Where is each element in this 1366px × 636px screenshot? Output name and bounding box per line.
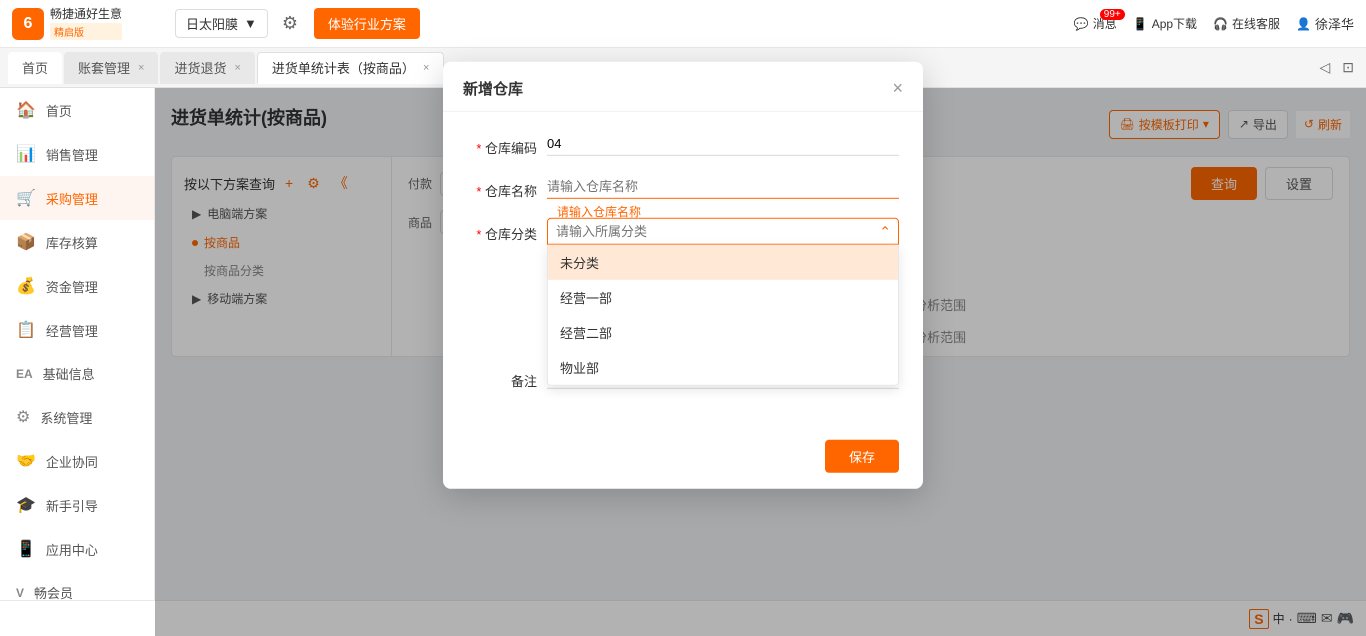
dialog-footer: 保存 [443,428,923,489]
user-name: 徐泽华 [1315,14,1354,33]
purchase-stats-tab-label: 进货单统计表（按商品） [272,58,415,77]
sidebar-item-enterprise[interactable]: 🤝 企业协同 [0,439,154,483]
message-item[interactable]: 💬 消息 99+ [1074,15,1117,32]
sidebar-system-label: 系统管理 [40,408,92,427]
sidebar-guide-label: 新手引导 [46,496,98,515]
sidebar-item-system[interactable]: ⚙ 系统管理 [0,395,154,439]
sidebar-finance-label: 资金管理 [46,277,98,296]
code-input[interactable] [547,132,899,156]
sidebar: 🏠 首页 📊 销售管理 🛒 采购管理 📦 库存核算 💰 资金管理 📋 经营管理 … [0,88,155,636]
dropdown-item-dept2[interactable]: 经营二部 [548,315,898,350]
mobile-icon: 📱 [1133,17,1148,31]
sidebar-operations-label: 经营管理 [46,321,98,340]
name-input[interactable] [547,175,899,199]
trial-button[interactable]: 体验行业方案 [314,8,420,39]
chevron-down-icon: ▼ [244,16,257,31]
new-warehouse-dialog: 新增仓库 × 仓库编码 仓库名称 请输入仓库名称 仓库分类 ⌃ 未分类 [443,62,923,489]
sidebar-item-finance[interactable]: 💰 资金管理 [0,264,154,308]
accounts-tab-label: 账套管理 [78,58,130,77]
system-icon: ⚙ [16,407,30,427]
code-row: 仓库编码 [467,132,899,157]
tab-prev-button[interactable]: ◁ [1315,55,1334,80]
inventory-icon: 📦 [16,232,36,252]
sidebar-item-purchase[interactable]: 🛒 采购管理 [0,176,154,220]
message-icon: 💬 [1074,17,1089,31]
sidebar-home-label: 首页 [46,101,72,120]
dropdown-item-dept3[interactable]: 物业部 [548,350,898,385]
code-label: 仓库编码 [467,132,547,157]
category-select-wrapper: ⌃ 未分类 经营一部 经营二部 物业部 [547,218,899,245]
home-tab-label: 首页 [22,58,48,77]
logo-area: 6 畅捷通好生意 精启版 [12,7,167,40]
purchase-icon: 🛒 [16,188,36,208]
sidebar-item-home[interactable]: 🏠 首页 [0,88,154,132]
tab-accounts[interactable]: 账套管理 × [64,52,158,84]
purchase-return-tab-label: 进货退货 [174,58,226,77]
category-label: 仓库分类 [467,218,547,243]
tab-purchase-return[interactable]: 进货退货 × [160,52,254,84]
top-header: 6 畅捷通好生意 精启版 日太阳膜 ▼ ⚙ 体验行业方案 💬 消息 99+ 📱 … [0,0,1366,48]
tab-home[interactable]: 首页 [8,52,62,84]
accounts-tab-close[interactable]: × [138,62,144,74]
store-selector[interactable]: 日太阳膜 ▼ [175,9,268,38]
sidebar-basic-info-label: 基础信息 [43,364,95,383]
sidebar-appstore-label: 应用中心 [46,540,98,559]
tab-purchase-stats[interactable]: 进货单统计表（按商品） × [257,52,444,84]
name-row: 仓库名称 请输入仓库名称 [467,175,899,200]
headset-icon: 🎧 [1213,17,1228,31]
guide-icon: 🎓 [16,495,36,515]
vip-icon: V [16,586,24,600]
user-item[interactable]: 👤 徐泽华 [1296,14,1354,33]
sidebar-item-inventory[interactable]: 📦 库存核算 [0,220,154,264]
purchase-return-tab-close[interactable]: × [234,62,240,74]
user-icon: 👤 [1296,17,1311,31]
dialog-title: 新增仓库 [463,78,523,99]
message-badge: 99+ [1100,9,1125,20]
sidebar-item-sales[interactable]: 📊 销售管理 [0,132,154,176]
enterprise-icon: 🤝 [16,451,36,471]
logo-name: 畅捷通好生意 [50,7,122,23]
service-label: 在线客服 [1232,15,1280,32]
tab-controls: ◁ ⊡ [1315,55,1358,80]
category-dropdown: 未分类 经营一部 经营二部 物业部 [547,245,899,386]
customer-service-item[interactable]: 🎧 在线客服 [1213,15,1280,32]
sidebar-sales-label: 销售管理 [46,145,98,164]
sidebar-item-basic-info[interactable]: EA 基础信息 [0,352,154,395]
app-label: App下载 [1152,15,1197,32]
tab-expand-button[interactable]: ⊡ [1338,55,1358,80]
purchase-stats-tab-close[interactable]: × [423,62,429,74]
dialog-body: 仓库编码 仓库名称 请输入仓库名称 仓库分类 ⌃ 未分类 经营一部 [443,112,923,428]
dialog-close-button[interactable]: × [892,78,903,99]
category-row: 仓库分类 ⌃ 未分类 经营一部 经营二部 物业部 [467,218,899,245]
logo-icon: 6 [12,8,44,40]
notes-label: 备注 [467,365,547,390]
sidebar-item-appstore[interactable]: 📱 应用中心 [0,527,154,571]
dropdown-item-uncategorized[interactable]: 未分类 [548,245,898,280]
category-input[interactable] [547,218,899,245]
sidebar-enterprise-label: 企业协同 [46,452,98,471]
appstore-icon: 📱 [16,539,36,559]
operations-icon: 📋 [16,320,36,340]
finance-icon: 💰 [16,276,36,296]
sales-icon: 📊 [16,144,36,164]
store-name: 日太阳膜 [186,14,238,33]
sidebar-inventory-label: 库存核算 [46,233,98,252]
name-label: 仓库名称 [467,175,547,200]
sidebar-item-operations[interactable]: 📋 经营管理 [0,308,154,352]
settings-icon[interactable]: ⚙ [274,8,306,40]
sidebar-item-guide[interactable]: 🎓 新手引导 [0,483,154,527]
basic-info-icon: EA [16,367,33,381]
app-download-item[interactable]: 📱 App下载 [1133,15,1197,32]
save-button[interactable]: 保存 [825,440,899,473]
sidebar-purchase-label: 采购管理 [46,189,98,208]
header-right: 💬 消息 99+ 📱 App下载 🎧 在线客服 👤 徐泽华 [1074,14,1354,33]
home-icon: 🏠 [16,100,36,120]
dialog-header: 新增仓库 × [443,62,923,112]
dropdown-item-dept1[interactable]: 经营一部 [548,280,898,315]
logo-badge: 精启版 [50,23,122,40]
